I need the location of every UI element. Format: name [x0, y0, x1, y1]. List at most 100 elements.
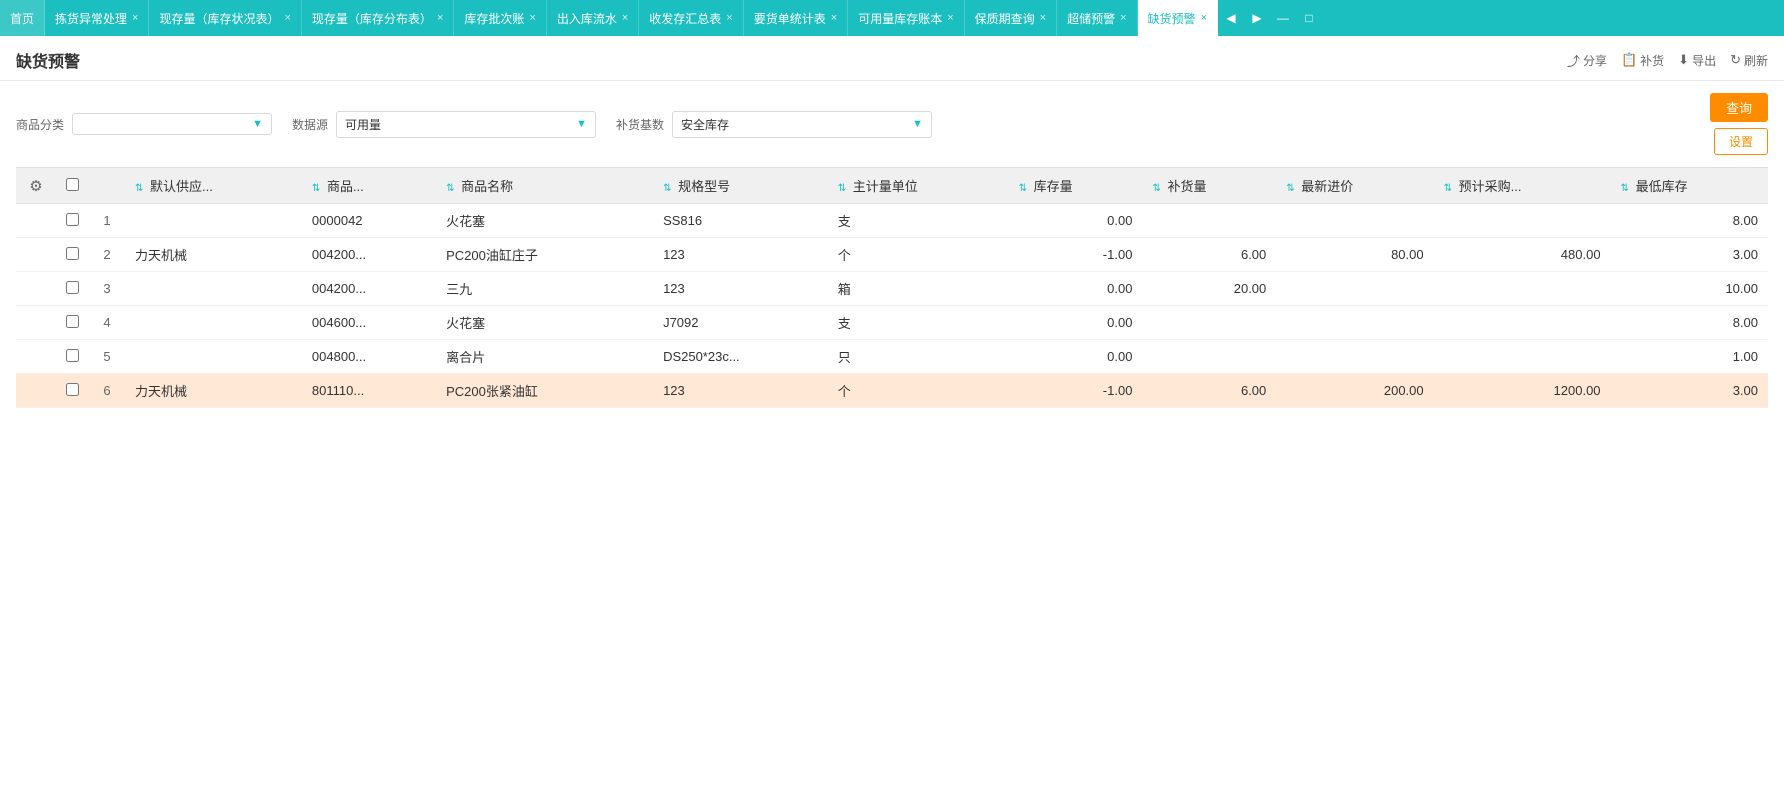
datasource-chevron-icon: ▼: [576, 118, 587, 130]
row-gear-cell: [16, 340, 56, 374]
select-all-checkbox[interactable]: [66, 178, 79, 191]
tab-expiry-query-label: 保质期查询: [975, 10, 1035, 27]
tab-expiry-query[interactable]: 保质期查询 ×: [965, 0, 1057, 36]
tab-receive-summary[interactable]: 收发存汇总表 ×: [639, 0, 743, 36]
tab-expiry-query-close[interactable]: ×: [1040, 12, 1046, 24]
row-est-purchase: [1434, 340, 1611, 374]
row-checkbox-2[interactable]: [66, 281, 79, 294]
row-unit: 支: [828, 204, 1009, 238]
tab-refine-exception-close[interactable]: ×: [132, 12, 138, 24]
tab-inventory-status-close[interactable]: ×: [284, 12, 290, 24]
row-replenish-qty: [1142, 340, 1276, 374]
category-filter-label: 商品分类: [16, 116, 64, 133]
row-checkbox-0[interactable]: [66, 213, 79, 226]
sort-replenish-qty-icon[interactable]: ⇅: [1152, 183, 1160, 194]
data-table: ⚙ ⇅ 默认供应... ⇅ 商品... ⇅: [16, 167, 1768, 408]
row-min-stock: 10.00: [1611, 272, 1768, 306]
tab-batch-account-close[interactable]: ×: [529, 12, 535, 24]
tab-shortage-close[interactable]: ×: [1201, 12, 1207, 24]
row-num: 4: [89, 306, 125, 340]
query-button[interactable]: 查询: [1710, 93, 1768, 122]
row-replenish-qty: 6.00: [1142, 374, 1276, 408]
row-min-stock: 3.00: [1611, 374, 1768, 408]
row-product-code: 004200...: [302, 272, 436, 306]
window-minimize-button[interactable]: —: [1270, 0, 1296, 36]
refresh-button[interactable]: ↻ 刷新: [1730, 52, 1768, 69]
tab-home[interactable]: 首页: [0, 0, 45, 36]
datasource-select[interactable]: 可用量 ▼: [336, 111, 596, 138]
row-checkbox-5[interactable]: [66, 383, 79, 396]
tab-overstock[interactable]: 超储预警 ×: [1057, 0, 1137, 36]
row-checkbox-3[interactable]: [66, 315, 79, 328]
tab-refine-exception-label: 拣货异常处理: [55, 10, 127, 27]
row-checkbox-cell: [56, 374, 89, 408]
row-supplier: 力天机械: [125, 374, 302, 408]
row-unit: 只: [828, 340, 1009, 374]
tab-overstock-close[interactable]: ×: [1120, 12, 1126, 24]
row-stock-qty: -1.00: [1009, 238, 1143, 272]
tab-next-button[interactable]: ▶: [1244, 0, 1270, 36]
replenish-base-chevron-icon: ▼: [912, 118, 923, 130]
sort-product-name-icon[interactable]: ⇅: [446, 183, 454, 194]
sort-stock-qty-icon[interactable]: ⇅: [1019, 183, 1027, 194]
replenish-base-filter-label: 补货基数: [616, 116, 664, 133]
row-min-stock: 8.00: [1611, 306, 1768, 340]
settings-button[interactable]: 设置: [1714, 128, 1768, 155]
tab-shortage-label: 缺货预警: [1148, 10, 1196, 27]
tab-available-ledger[interactable]: 可用量库存账本 ×: [848, 0, 964, 36]
row-num: 2: [89, 238, 125, 272]
replenish-label: 补货: [1640, 52, 1664, 69]
sort-spec-icon[interactable]: ⇅: [663, 183, 671, 194]
filter-bar: 商品分类 ▼ 数据源 可用量 ▼ 补货基数 安全库存 ▼ 查询 设置: [0, 81, 1784, 167]
table-row: 3 004200... 三九 123 箱 0.00 20.00 10.00: [16, 272, 1768, 306]
replenish-base-select[interactable]: 安全库存 ▼: [672, 111, 932, 138]
tab-shortage[interactable]: 缺货预警 ×: [1138, 0, 1218, 36]
sort-product-code-icon[interactable]: ⇅: [312, 183, 320, 194]
row-product-code: 801110...: [302, 374, 436, 408]
datasource-filter-group: 数据源 可用量 ▼: [292, 111, 596, 138]
tab-demand-stats[interactable]: 要货单统计表 ×: [744, 0, 848, 36]
sort-min-stock-icon[interactable]: ⇅: [1621, 183, 1629, 194]
tab-batch-account[interactable]: 库存批次账 ×: [454, 0, 546, 36]
tab-inventory-dist[interactable]: 现存量（库存分布表） ×: [302, 0, 454, 36]
row-checkbox-cell: [56, 340, 89, 374]
row-supplier: [125, 272, 302, 306]
tab-demand-stats-close[interactable]: ×: [831, 12, 837, 24]
tab-inventory-status[interactable]: 现存量（库存状况表） ×: [149, 0, 301, 36]
gear-settings-icon[interactable]: ⚙: [26, 177, 46, 195]
tab-inventory-dist-close[interactable]: ×: [437, 12, 443, 24]
tab-inventory-status-label: 现存量（库存状况表）: [159, 10, 279, 27]
row-checkbox-1[interactable]: [66, 247, 79, 260]
row-product-name: PC200张紧油缸: [436, 374, 653, 408]
category-chevron-icon: ▼: [252, 118, 263, 130]
sort-unit-icon[interactable]: ⇅: [838, 183, 846, 194]
main-content: 缺货预警 ⤴ 分享 📋 补货 ⬇ 导出 ↻ 刷新 商品分类: [0, 36, 1784, 796]
tab-inout-flow[interactable]: 出入库流水 ×: [547, 0, 639, 36]
row-est-purchase: 1200.00: [1434, 374, 1611, 408]
share-button[interactable]: ⤴ 分享: [1567, 51, 1607, 70]
category-filter-group: 商品分类 ▼: [16, 113, 272, 135]
replenish-base-select-value: 安全库存: [681, 116, 729, 133]
tab-prev-button[interactable]: ◀: [1218, 0, 1244, 36]
row-unit: 个: [828, 238, 1009, 272]
sort-est-purchase-icon[interactable]: ⇅: [1444, 183, 1452, 194]
tab-inout-flow-close[interactable]: ×: [622, 12, 628, 24]
row-stock-qty: 0.00: [1009, 306, 1143, 340]
window-maximize-button[interactable]: □: [1296, 0, 1322, 36]
table-header: ⚙ ⇅ 默认供应... ⇅ 商品... ⇅: [16, 168, 1768, 204]
tab-refine-exception[interactable]: 拣货异常处理 ×: [45, 0, 149, 36]
col-gear: ⚙: [16, 168, 56, 204]
category-select[interactable]: ▼: [72, 113, 272, 135]
replenish-button[interactable]: 📋 补货: [1621, 52, 1664, 69]
tab-receive-summary-close[interactable]: ×: [726, 12, 732, 24]
row-spec: 123: [653, 238, 828, 272]
export-button[interactable]: ⬇ 导出: [1678, 52, 1716, 69]
row-checkbox-4[interactable]: [66, 349, 79, 362]
filter-right-actions: 查询 设置: [1710, 93, 1768, 155]
tab-available-ledger-close[interactable]: ×: [947, 12, 953, 24]
row-unit: 箱: [828, 272, 1009, 306]
datasource-select-value: 可用量: [345, 116, 381, 133]
sort-default-supplier-icon[interactable]: ⇅: [135, 183, 143, 194]
sort-latest-price-icon[interactable]: ⇅: [1286, 183, 1294, 194]
page-header: 缺货预警 ⤴ 分享 📋 补货 ⬇ 导出 ↻ 刷新: [0, 36, 1784, 81]
